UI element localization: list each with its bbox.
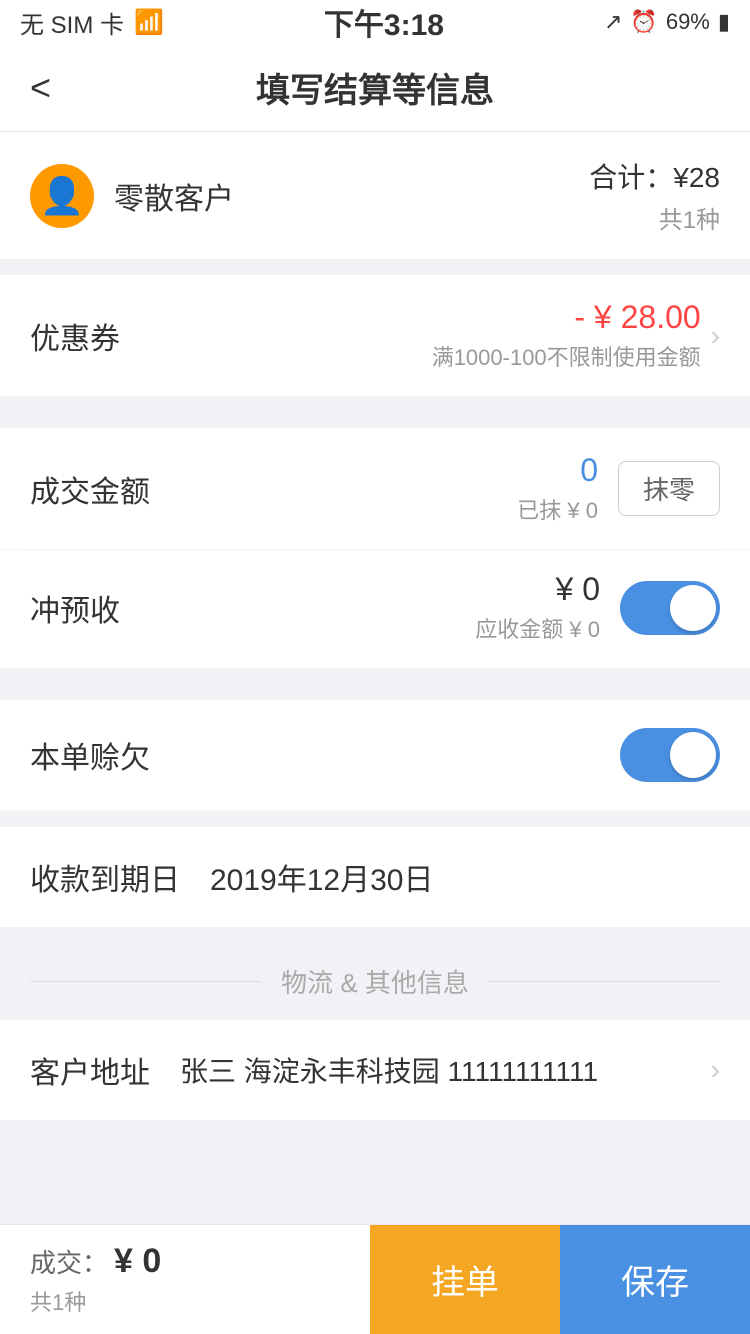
prepayment-right: ¥ 0 应收金额 ¥ 0: [475, 571, 720, 644]
alarm-icon: ⏰: [630, 9, 657, 35]
wifi-icon: 📶: [134, 8, 164, 37]
address-value: 张三 海淀永丰科技园 11111111111: [180, 1050, 711, 1090]
due-date-section: 收款到期日 2019年12月30日: [0, 827, 750, 927]
deal-amount-row: 成交金额 0 已抹 ¥ 0 抹零: [0, 428, 750, 550]
save-button[interactable]: 保存: [560, 1225, 750, 1334]
hold-button[interactable]: 挂单: [370, 1225, 560, 1334]
battery-text: 69%: [666, 9, 710, 35]
content: 👤 零散客户 合计：¥28 共1种 优惠券 - ¥ 28.00 满1000-10…: [0, 132, 750, 1240]
avatar: 👤: [30, 164, 94, 228]
status-left: 无 SIM 卡 📶: [20, 5, 164, 40]
due-date-value: 2019年12月30日: [210, 855, 433, 899]
bottom-deal-label: 成交：: [30, 1243, 108, 1280]
round-off-button[interactable]: 抹零: [618, 461, 720, 516]
deal-amount-section: 成交金额 0 已抹 ¥ 0 抹零 冲预收 ¥ 0 应收金额 ¥ 0: [0, 428, 750, 668]
logistics-title: 物流 & 其他信息: [281, 963, 469, 1000]
page-title: 填写结算等信息: [256, 63, 494, 112]
deal-amount-right: 0 已抹 ¥ 0 抹零: [517, 452, 720, 525]
address-chevron-icon: ›: [711, 1054, 720, 1086]
sep-line-right: [489, 981, 720, 982]
prepayment-sub: 应收金额 ¥ 0: [475, 612, 600, 644]
debit-label: 本单赊欠: [30, 733, 150, 777]
customer-section: 👤 零散客户 合计：¥28 共1种: [0, 132, 750, 259]
total-amount: 合计：¥28: [589, 156, 720, 196]
address-section[interactable]: 客户地址 张三 海淀永丰科技园 11111111111 ›: [0, 1020, 750, 1120]
prepayment-amount-wrap: ¥ 0 应收金额 ¥ 0: [475, 571, 600, 644]
status-right: ↗ ⏰ 69% ▮: [604, 9, 730, 35]
battery-icon: ▮: [718, 9, 730, 35]
due-date-row: 收款到期日 2019年12月30日: [0, 827, 750, 927]
status-time: 下午3:18: [324, 0, 444, 44]
avatar-icon: 👤: [40, 175, 85, 217]
debit-section: 本单赊欠: [0, 700, 750, 811]
due-date-label: 收款到期日: [30, 855, 180, 899]
coupon-desc: 满1000-100不限制使用金额: [432, 340, 701, 372]
coupon-label: 优惠券: [30, 314, 120, 358]
coupon-right: - ¥ 28.00 满1000-100不限制使用金额: [432, 299, 701, 372]
chevron-right-icon: ›: [711, 320, 720, 352]
bottom-info: 成交： ¥ 0 共1种: [0, 1242, 370, 1317]
total-count: 共1种: [589, 200, 720, 235]
deal-amount-label: 成交金额: [30, 467, 150, 511]
deal-amount-value: 0: [517, 452, 598, 489]
carrier-text: 无 SIM 卡: [20, 5, 124, 40]
bottom-count: 共1种: [30, 1285, 340, 1317]
separator-1: [0, 412, 750, 428]
back-button[interactable]: <: [30, 67, 51, 109]
deal-amount-wrap: 0 已抹 ¥ 0: [517, 452, 598, 525]
prepayment-toggle[interactable]: [620, 581, 720, 635]
bottom-deal-amount: ¥ 0: [114, 1242, 161, 1281]
sep-line-left: [30, 981, 261, 982]
location-icon: ↗: [604, 9, 622, 35]
logistics-separator: 物流 & 其他信息: [0, 943, 750, 1020]
separator-2: [0, 684, 750, 700]
customer-left: 👤 零散客户: [30, 164, 234, 228]
coupon-section[interactable]: 优惠券 - ¥ 28.00 满1000-100不限制使用金额 ›: [0, 275, 750, 396]
nav-bar: < 填写结算等信息: [0, 44, 750, 132]
bottom-bar: 成交： ¥ 0 共1种 挂单 保存: [0, 1224, 750, 1334]
customer-right: 合计：¥28 共1种: [589, 156, 720, 235]
prepayment-amount: ¥ 0: [475, 571, 600, 608]
debit-toggle[interactable]: [620, 728, 720, 782]
coupon-discount: - ¥ 28.00: [432, 299, 701, 336]
prepayment-label: 冲预收: [30, 586, 120, 630]
status-bar: 无 SIM 卡 📶 下午3:18 ↗ ⏰ 69% ▮: [0, 0, 750, 44]
customer-name: 零散客户: [114, 174, 234, 218]
prepayment-section: 冲预收 ¥ 0 应收金额 ¥ 0: [0, 550, 750, 668]
address-label: 客户地址: [30, 1048, 150, 1092]
deal-amount-sub: 已抹 ¥ 0: [517, 493, 598, 525]
